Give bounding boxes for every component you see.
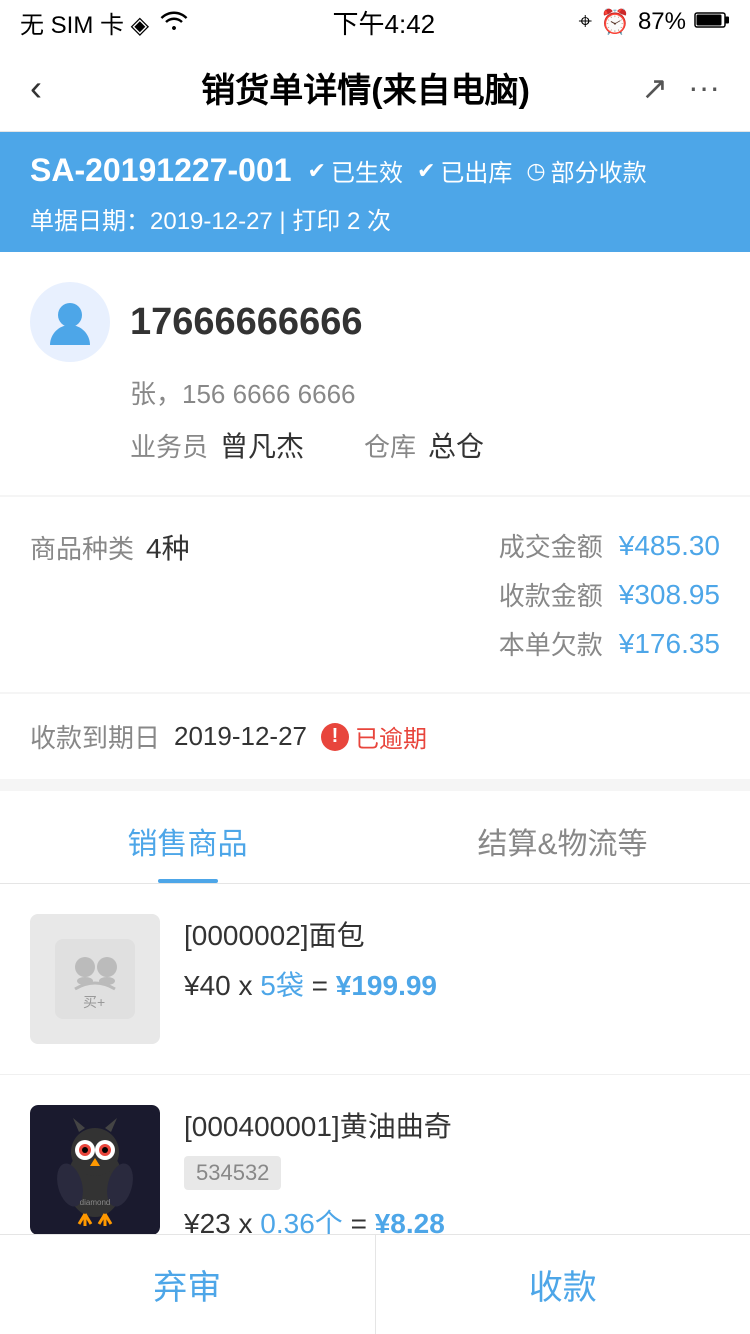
product-price-1: ¥40 xyxy=(184,970,231,1001)
status-badges: ✔ 已生效 ✔ 已出库 ◷ 部分收款 xyxy=(308,153,647,188)
product-info-2: [000400001]黄油曲奇 534532 ¥23 x 0.36个 = ¥8.… xyxy=(184,1105,720,1242)
warehouse-label: 仓库 xyxy=(364,427,416,464)
badge-effective-label: 已生效 xyxy=(331,153,403,188)
back-button[interactable]: ‹ xyxy=(30,67,90,109)
checkmark-effective-icon: ✔ xyxy=(308,158,326,184)
product-eq-1: = xyxy=(312,970,336,1001)
status-bar: 无 SIM 卡 ◈ 下午4:42 ⌖ ⏰ 87% xyxy=(0,0,750,44)
header-banner: SA-20191227-001 ✔ 已生效 ✔ 已出库 ◷ 部分收款 单据日期：… xyxy=(0,132,750,252)
badge-partial-label: 部分收款 xyxy=(551,153,647,188)
tab-settlement-label: 结算&物流等 xyxy=(477,828,647,861)
product-name-1: [0000002]面包 xyxy=(184,914,720,954)
customer-name-phone: 张，156 6666 6666 xyxy=(130,374,720,411)
badge-partial: ◷ 部分收款 xyxy=(526,153,646,188)
debt-value: ¥176.35 xyxy=(619,628,720,660)
summary-left: 商品种类 4种 xyxy=(30,527,190,567)
list-item[interactable]: 买+ [0000002]面包 ¥40 x 5袋 = ¥199.99 xyxy=(0,884,750,1075)
checkmark-shipped-icon: ✔ xyxy=(417,158,435,184)
amount-value: ¥485.30 xyxy=(619,530,720,562)
product-types-value: 4种 xyxy=(146,527,190,567)
sales-rep-value: 曾凡杰 xyxy=(220,425,304,465)
product-image-owl: diamond xyxy=(30,1105,160,1235)
product-name-2: [000400001]黄油曲奇 xyxy=(184,1105,720,1145)
received-label: 收款金额 xyxy=(499,576,603,613)
product-qty-1: 5袋 xyxy=(260,970,304,1001)
overdue-label: 已逾期 xyxy=(355,719,427,754)
product-x-1: x xyxy=(239,970,261,1001)
customer-phone: 17666666666 xyxy=(130,301,362,344)
warehouse-value: 总仓 xyxy=(428,425,484,465)
bottom-bar: 弃审 收款 xyxy=(0,1234,750,1334)
badge-effective: ✔ 已生效 xyxy=(308,153,403,188)
cancel-review-button[interactable]: 弃审 xyxy=(0,1235,376,1334)
tab-sales-products-label: 销售商品 xyxy=(128,828,248,861)
overdue-badge: ! 已逾期 xyxy=(321,719,427,754)
sales-rep-label: 业务员 xyxy=(130,427,208,464)
summary-section: 商品种类 4种 成交金额 ¥485.30 收款金额 ¥308.95 本单欠款 ¥… xyxy=(0,497,750,692)
product-total-1: ¥199.99 xyxy=(336,970,437,1001)
product-thumbnail-1: 买+ xyxy=(30,914,160,1044)
battery-icon xyxy=(694,8,730,36)
status-left: 无 SIM 卡 ◈ xyxy=(20,5,189,40)
time-display: 下午4:42 xyxy=(333,4,436,41)
wifi-icon xyxy=(159,8,189,37)
tabs: 销售商品 结算&物流等 xyxy=(0,791,750,884)
badge-shipped-label: 已出库 xyxy=(440,153,512,188)
order-id: SA-20191227-001 xyxy=(30,152,292,189)
svg-text:买+: 买+ xyxy=(83,994,105,1010)
customer-meta: 业务员 曾凡杰 仓库 总仓 xyxy=(130,425,720,465)
status-right: ⌖ ⏰ 87% xyxy=(579,8,730,37)
battery-label: 87% xyxy=(638,8,686,36)
tab-settlement[interactable]: 结算&物流等 xyxy=(375,791,750,883)
order-sub-info: 单据日期：2019-12-27 | 打印 2 次 xyxy=(30,201,720,236)
amount-label: 成交金额 xyxy=(499,527,603,564)
badge-shipped: ✔ 已出库 xyxy=(417,153,512,188)
product-sku-badge: 534532 xyxy=(184,1156,281,1190)
page-title: 销货单详情(来自电脑) xyxy=(201,63,530,112)
location-icon: ⌖ xyxy=(579,8,593,36)
product-price-row-1: ¥40 x 5袋 = ¥199.99 xyxy=(184,964,720,1004)
nav-actions: ↗ ··· xyxy=(641,69,720,107)
avatar xyxy=(30,282,110,362)
product-placeholder-icon: 买+ xyxy=(30,914,160,1044)
overdue-icon: ! xyxy=(321,723,349,751)
product-info-1: [0000002]面包 ¥40 x 5袋 = ¥199.99 xyxy=(184,914,720,1004)
product-thumbnail-2: diamond xyxy=(30,1105,160,1235)
product-types-label: 商品种类 xyxy=(30,529,134,566)
received-value: ¥308.95 xyxy=(619,579,720,611)
due-date-value: 2019-12-27 xyxy=(174,721,307,752)
more-icon[interactable]: ··· xyxy=(688,69,720,106)
customer-section: 17666666666 张，156 6666 6666 业务员 曾凡杰 仓库 总… xyxy=(0,252,750,495)
due-section: 收款到期日 2019-12-27 ! 已逾期 xyxy=(0,694,750,779)
tab-sales-products[interactable]: 销售商品 xyxy=(0,791,375,883)
svg-text:diamond: diamond xyxy=(80,1198,111,1207)
due-date-label: 收款到期日 xyxy=(30,718,160,755)
clock-icon: ◷ xyxy=(526,158,545,184)
debt-label: 本单欠款 xyxy=(499,625,603,662)
product-list: 买+ [0000002]面包 ¥40 x 5袋 = ¥199.99 xyxy=(0,884,750,1273)
collect-payment-button[interactable]: 收款 xyxy=(376,1235,750,1334)
alarm-icon: ⏰ xyxy=(600,8,630,37)
summary-right: 成交金额 ¥485.30 收款金额 ¥308.95 本单欠款 ¥176.35 xyxy=(499,527,720,662)
sim-label: 无 SIM 卡 ◈ xyxy=(20,5,149,40)
share-icon[interactable]: ↗ xyxy=(641,69,668,107)
nav-bar: ‹ 销货单详情(来自电脑) ↗ ··· xyxy=(0,44,750,132)
